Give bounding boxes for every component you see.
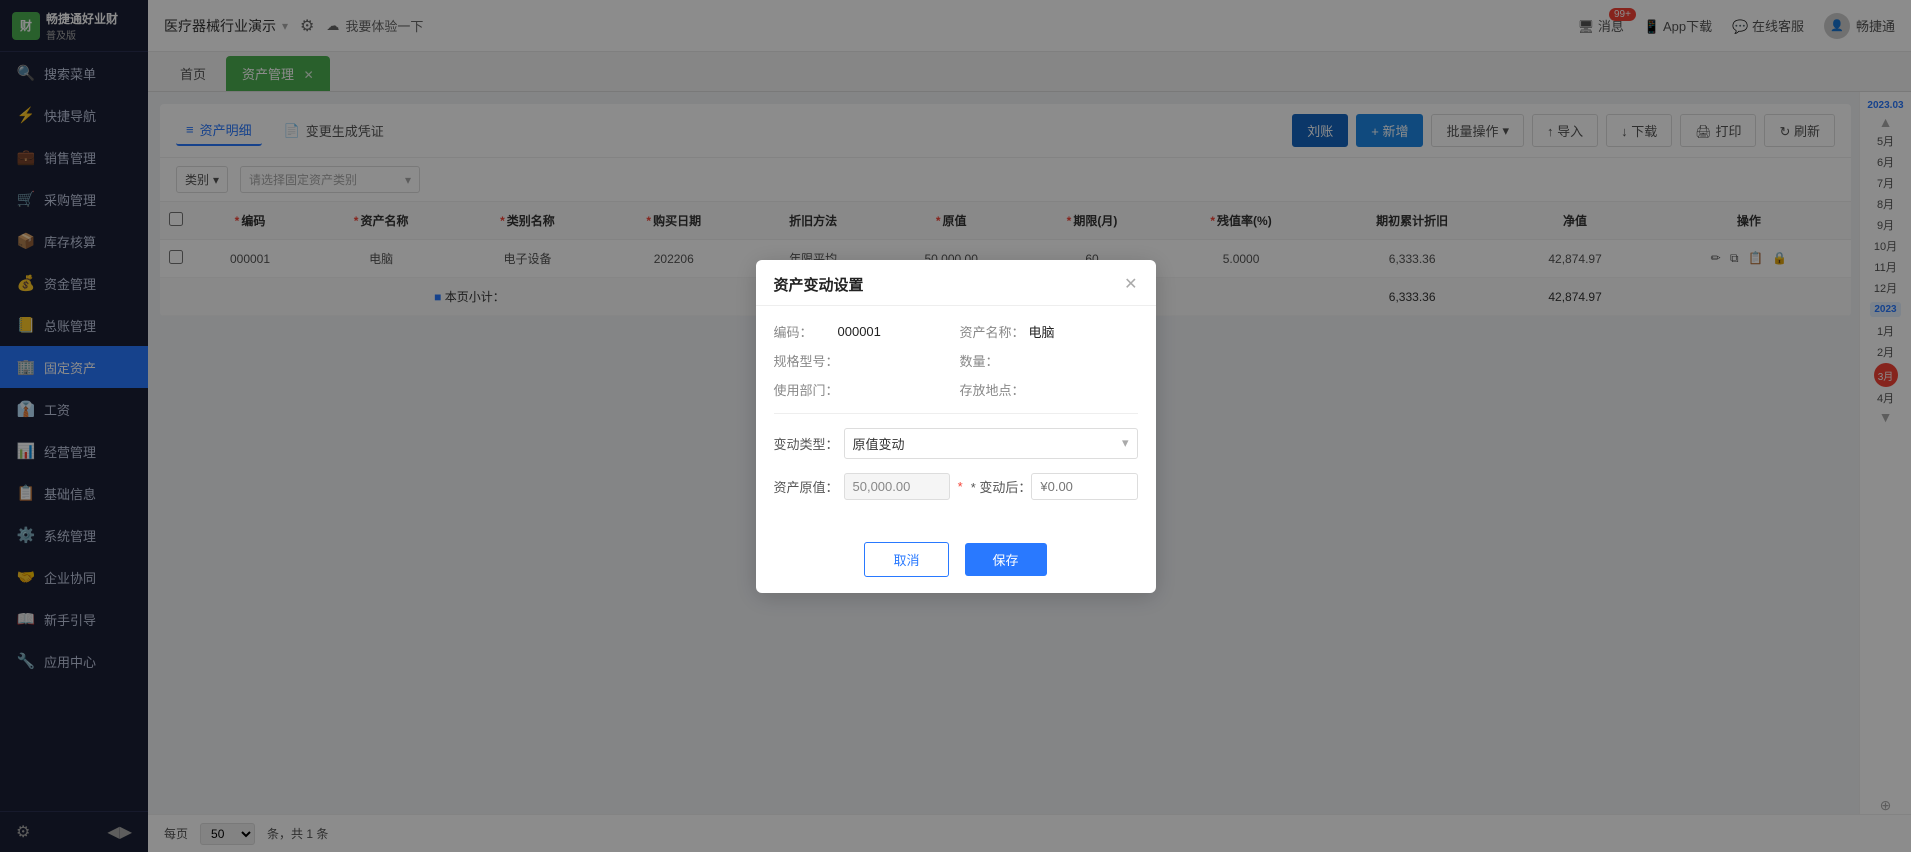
required-star: *	[958, 479, 963, 494]
dialog-footer: 取消 保存	[756, 530, 1156, 593]
dialog-code: 编码： 000001	[774, 322, 952, 341]
dialog-body: 编码： 000001 资产名称： 电脑 规格型号： 数量： 使用部门：	[756, 306, 1156, 530]
original-value-display: 50,000.00	[844, 473, 950, 500]
dialog-overlay: 资产变动设置 ✕ 编码： 000001 资产名称： 电脑 规格型号： 数量：	[0, 0, 1911, 852]
dialog-header: 资产变动设置 ✕	[756, 260, 1156, 306]
original-value-row: 资产原值： 50,000.00 * * 变动后：	[774, 473, 1138, 500]
dialog-department: 使用部门：	[774, 380, 952, 399]
cancel-button[interactable]: 取消	[864, 542, 948, 577]
dialog-asset-name: 资产名称： 电脑	[960, 322, 1138, 341]
asset-change-dialog: 资产变动设置 ✕ 编码： 000001 资产名称： 电脑 规格型号： 数量：	[756, 260, 1156, 593]
dialog-info-grid: 编码： 000001 资产名称： 电脑 规格型号： 数量： 使用部门：	[774, 322, 1138, 399]
dialog-spec: 规格型号：	[774, 351, 952, 370]
change-type-row: 变动类型： 原值变动 ▾	[774, 428, 1138, 459]
save-button[interactable]: 保存	[965, 543, 1047, 576]
dialog-divider	[774, 413, 1138, 414]
dialog-close-button[interactable]: ✕	[1124, 274, 1137, 294]
dialog-quantity: 数量：	[960, 351, 1138, 370]
dialog-storage: 存放地点：	[960, 380, 1138, 399]
after-change-field[interactable]	[1040, 479, 1128, 494]
change-type-selector[interactable]: 原值变动 ▾	[844, 428, 1138, 459]
after-change-input[interactable]	[1031, 473, 1137, 500]
dialog-title: 资产变动设置	[774, 274, 864, 295]
change-type-dropdown-icon: ▾	[1122, 435, 1129, 451]
